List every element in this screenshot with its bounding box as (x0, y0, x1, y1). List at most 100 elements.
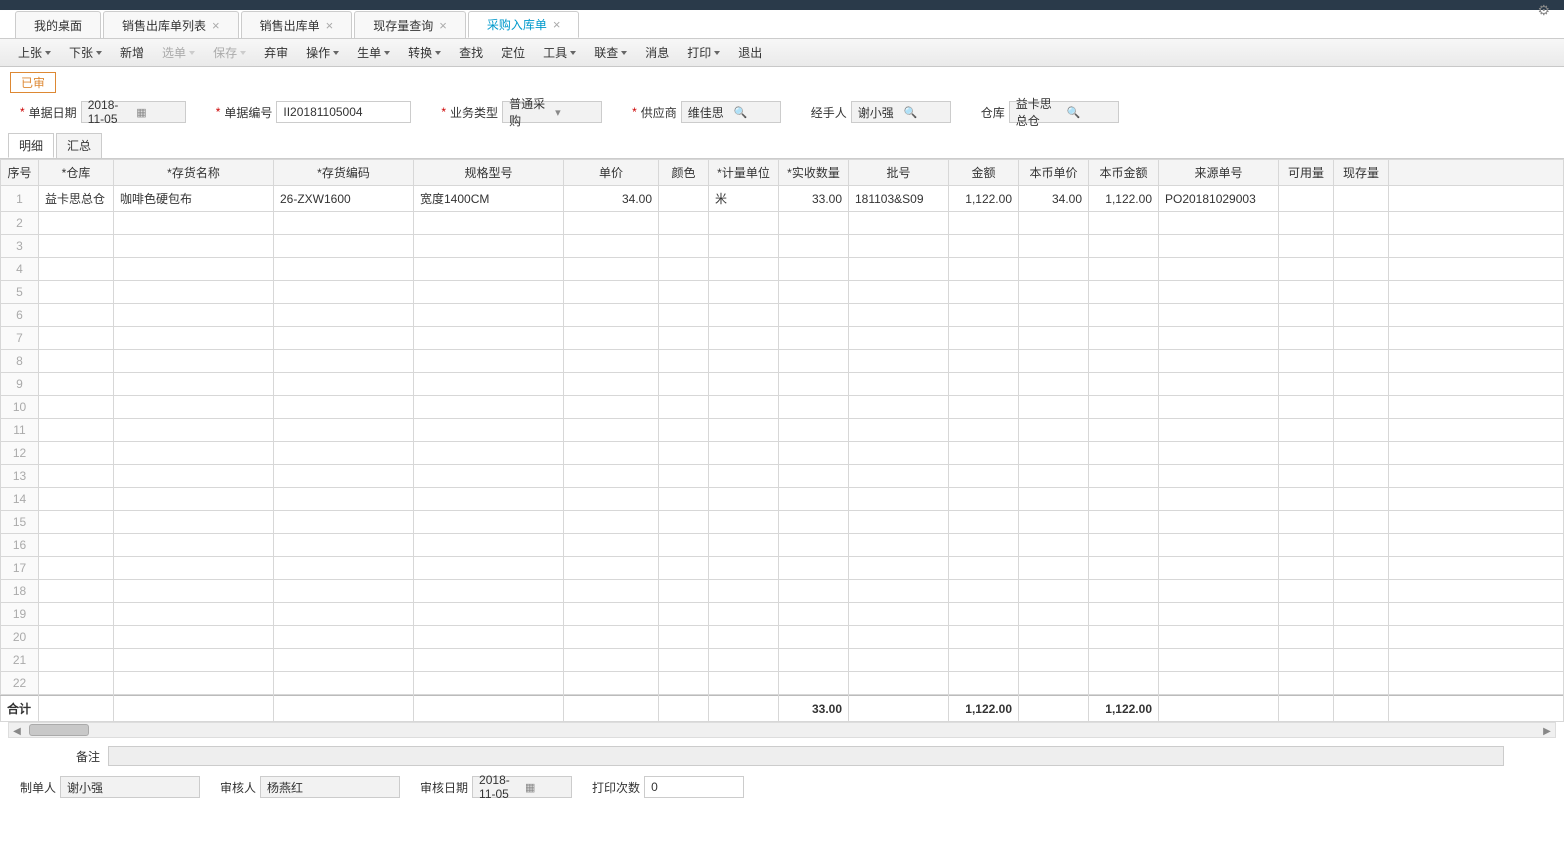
scroll-left-icon[interactable]: ◀ (11, 725, 23, 737)
table-row[interactable]: 15 (1, 511, 1564, 534)
col-onhand[interactable]: 现存量 (1334, 160, 1389, 186)
reviewer-input[interactable]: 杨燕红 (260, 776, 400, 798)
col-batch[interactable]: 批号 (849, 160, 949, 186)
tab-desktop[interactable]: 我的桌面 (15, 11, 101, 38)
calendar-icon: ▦ (136, 106, 179, 119)
grid-header: 序号 *仓库 *存货名称 *存货编码 规格型号 单价 颜色 *计量单位 *实收数… (1, 160, 1564, 186)
maker-input[interactable]: 谢小强 (60, 776, 200, 798)
print-button[interactable]: 打印 (679, 40, 728, 65)
table-row[interactable]: 13 (1, 465, 1564, 488)
link-button[interactable]: 联查 (586, 40, 635, 65)
total-amt: 1,122.00 (949, 696, 1019, 722)
col-amount[interactable]: 金额 (949, 160, 1019, 186)
table-row[interactable]: 20 (1, 626, 1564, 649)
col-local-amount[interactable]: 本币金额 (1089, 160, 1159, 186)
total-qty: 33.00 (779, 696, 849, 722)
tab-sales-out-list[interactable]: 销售出库单列表× (103, 11, 239, 38)
tab-sales-out[interactable]: 销售出库单× (241, 11, 353, 38)
col-local-price[interactable]: 本币单价 (1019, 160, 1089, 186)
horizontal-scrollbar[interactable]: ◀ ▶ (8, 722, 1556, 738)
table-row[interactable]: 12 (1, 442, 1564, 465)
table-row[interactable]: 5 (1, 281, 1564, 304)
total-lamt: 1,122.00 (1089, 696, 1159, 722)
total-row: 合计 33.00 1,122.00 1,122.00 (0, 695, 1564, 722)
review-date-input[interactable]: 2018-11-05▦ (472, 776, 572, 798)
table-row[interactable]: 3 (1, 235, 1564, 258)
document-tabs: 我的桌面 销售出库单列表× 销售出库单× 现存量查询× 采购入库单× (0, 10, 1564, 39)
table-row[interactable]: 19 (1, 603, 1564, 626)
col-available[interactable]: 可用量 (1279, 160, 1334, 186)
col-qty[interactable]: *实收数量 (779, 160, 849, 186)
col-spec[interactable]: 规格型号 (414, 160, 564, 186)
chevron-down-icon (45, 51, 51, 55)
operate-button[interactable]: 操作 (298, 40, 347, 65)
locate-button[interactable]: 定位 (493, 40, 533, 65)
table-row[interactable]: 8 (1, 350, 1564, 373)
grid-settings-icon[interactable]: ⚙ (1537, 2, 1550, 19)
header-form: *单据日期 2018-11-05▦ *单据编号 II20181105004 *业… (0, 95, 1564, 133)
status-row: 已审 (0, 67, 1564, 95)
new-button[interactable]: 新增 (112, 40, 152, 65)
chevron-down-icon (189, 51, 195, 55)
col-unit[interactable]: *计量单位 (709, 160, 779, 186)
tab-purchase-in[interactable]: 采购入库单× (468, 11, 580, 38)
scrollbar-thumb[interactable] (29, 724, 89, 736)
data-grid: 序号 *仓库 *存货名称 *存货编码 规格型号 单价 颜色 *计量单位 *实收数… (0, 159, 1564, 722)
create-button[interactable]: 生单 (349, 40, 398, 65)
label-supplier: 供应商 (641, 104, 677, 121)
search-icon: 🔍 (734, 106, 774, 119)
col-price[interactable]: 单价 (564, 160, 659, 186)
col-warehouse[interactable]: *仓库 (39, 160, 114, 186)
close-icon[interactable]: × (326, 18, 334, 33)
next-button[interactable]: 下张 (61, 40, 110, 65)
table-row[interactable]: 16 (1, 534, 1564, 557)
chevron-down-icon (714, 51, 720, 55)
col-source-no[interactable]: 来源单号 (1159, 160, 1279, 186)
chevron-down-icon (384, 51, 390, 55)
chevron-down-icon (621, 51, 627, 55)
toolbar: 上张 下张 新增 选单 保存 弃审 操作 生单 转换 查找 定位 工具 联查 消… (0, 39, 1564, 67)
table-row[interactable]: 7 (1, 327, 1564, 350)
convert-button[interactable]: 转换 (400, 40, 449, 65)
col-color[interactable]: 颜色 (659, 160, 709, 186)
col-idx[interactable]: 序号 (1, 160, 39, 186)
table-row[interactable]: 4 (1, 258, 1564, 281)
biz-type-select[interactable]: 普通采购▾ (502, 101, 602, 123)
table-row[interactable]: 6 (1, 304, 1564, 327)
table-row[interactable]: 11 (1, 419, 1564, 442)
close-icon[interactable]: × (553, 17, 561, 32)
col-item-name[interactable]: *存货名称 (114, 160, 274, 186)
exit-button[interactable]: 退出 (730, 40, 770, 65)
tab-stock-query[interactable]: 现存量查询× (354, 11, 466, 38)
total-label: 合计 (1, 696, 39, 722)
label-maker: 制单人 (20, 779, 56, 796)
close-icon[interactable]: × (212, 18, 220, 33)
supplier-lookup[interactable]: 维佳思🔍 (681, 101, 781, 123)
msg-button[interactable]: 消息 (637, 40, 677, 65)
subtab-summary[interactable]: 汇总 (56, 133, 102, 158)
close-icon[interactable]: × (439, 18, 447, 33)
warehouse-lookup[interactable]: 益卡思总仓🔍 (1009, 101, 1119, 123)
search-icon: 🔍 (904, 106, 944, 119)
doc-date-input[interactable]: 2018-11-05▦ (81, 101, 186, 123)
tools-button[interactable]: 工具 (535, 40, 584, 65)
doc-no-input[interactable]: II20181105004 (276, 101, 411, 123)
find-button[interactable]: 查找 (451, 40, 491, 65)
scroll-right-icon[interactable]: ▶ (1541, 725, 1553, 737)
table-row[interactable]: 9 (1, 373, 1564, 396)
table-row[interactable]: 22 (1, 672, 1564, 695)
col-item-code[interactable]: *存货编码 (274, 160, 414, 186)
table-row[interactable]: 17 (1, 557, 1564, 580)
table-row[interactable]: 21 (1, 649, 1564, 672)
table-row[interactable]: 18 (1, 580, 1564, 603)
remark-input[interactable] (108, 746, 1504, 766)
table-row[interactable]: 10 (1, 396, 1564, 419)
subtab-detail[interactable]: 明细 (8, 133, 54, 158)
prev-button[interactable]: 上张 (10, 40, 59, 65)
abandon-button[interactable]: 弃审 (256, 40, 296, 65)
table-row[interactable]: 1 益卡思总仓 咖啡色硬包布 26-ZXW1600 宽度1400CM 34.00… (1, 186, 1564, 212)
table-row[interactable]: 2 (1, 212, 1564, 235)
handler-lookup[interactable]: 谢小强🔍 (851, 101, 951, 123)
print-cnt-input[interactable]: 0 (644, 776, 744, 798)
table-row[interactable]: 14 (1, 488, 1564, 511)
